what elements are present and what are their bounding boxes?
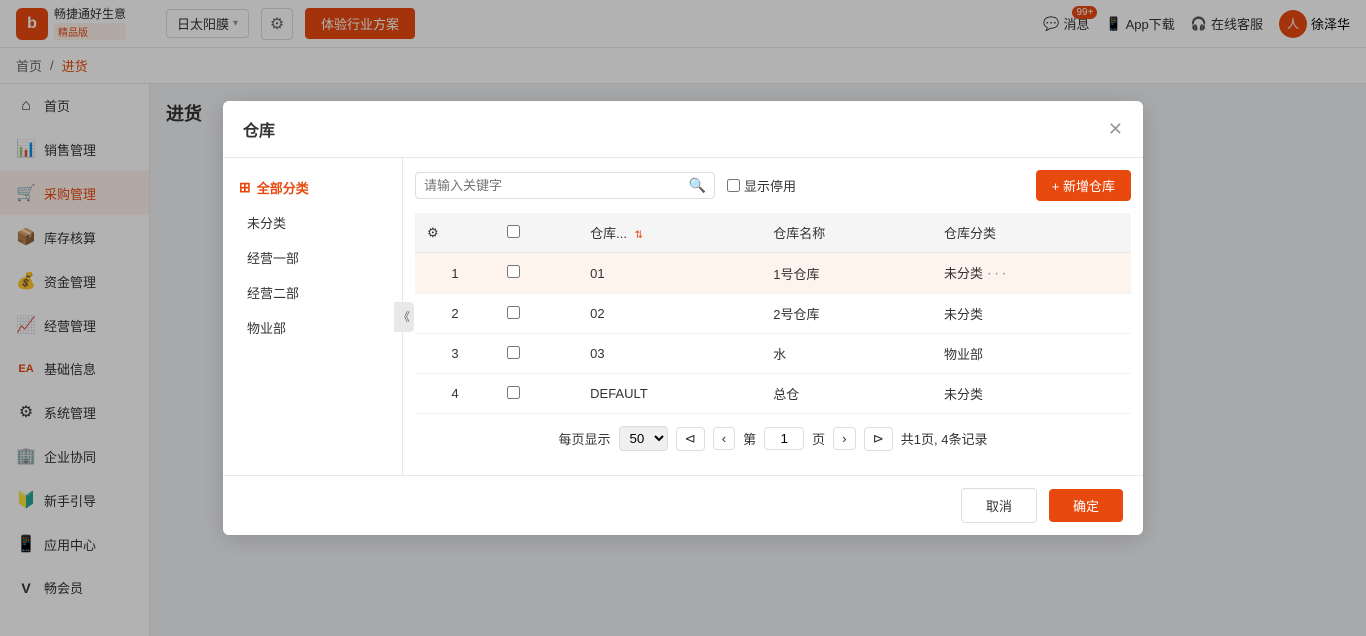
modal-overlay: 仓库 ✕ ⊞ 全部分类 未分类 经营一部 经营二部 [0, 0, 1366, 636]
table-row[interactable]: 2 02 2号仓库 未分类 [415, 294, 1131, 334]
warehouse-modal: 仓库 ✕ ⊞ 全部分类 未分类 经营一部 经营二部 [223, 101, 1143, 535]
show-disabled-text: 显示停用 [744, 176, 796, 195]
page-last-button[interactable]: ⊳ [864, 427, 893, 451]
modal-header: 仓库 ✕ [223, 101, 1143, 158]
page-suffix: 页 [812, 429, 825, 448]
table-head: ⚙ 仓库... ⇅ 仓库名称 仓库分类 [415, 213, 1131, 253]
row-num-1: 1 [415, 253, 495, 294]
row-code-4: DEFAULT [578, 374, 761, 414]
category-label-uncategorized: 未分类 [247, 216, 286, 231]
col-name-label: 仓库名称 [773, 226, 825, 241]
modal-close-button[interactable]: ✕ [1108, 119, 1123, 140]
warehouse-table: ⚙ 仓库... ⇅ 仓库名称 仓库分类 [415, 213, 1131, 414]
modal-title: 仓库 [243, 117, 275, 141]
table-row[interactable]: 4 DEFAULT 总仓 未分类 [415, 374, 1131, 414]
category-label-ops2: 经营二部 [247, 286, 299, 301]
table-container: ⚙ 仓库... ⇅ 仓库名称 仓库分类 [415, 213, 1131, 414]
category-label-property: 物业部 [247, 321, 286, 336]
cancel-button[interactable]: 取消 [961, 488, 1037, 523]
th-code[interactable]: 仓库... ⇅ [578, 213, 761, 253]
search-box: 🔍 [415, 172, 715, 199]
th-category[interactable]: 仓库分类 [932, 213, 1131, 253]
row-code-2: 02 [578, 294, 761, 334]
col-code-label: 仓库... [590, 226, 627, 241]
search-icon[interactable]: 🔍 [689, 177, 706, 194]
page-prev-button[interactable]: ‹ [713, 427, 735, 450]
row-num-4: 4 [415, 374, 495, 414]
modal-footer: 取消 确定 [223, 475, 1143, 535]
category-all[interactable]: ⊞ 全部分类 [223, 170, 402, 205]
per-page-label: 每页显示 [559, 429, 611, 448]
category-item-ops1[interactable]: 经营一部 [223, 240, 402, 275]
page-next-button[interactable]: › [833, 427, 855, 450]
row-checkbox-3[interactable] [495, 334, 578, 374]
row-name-4: 总仓 [761, 374, 932, 414]
collapse-button[interactable]: 《 [394, 302, 414, 332]
sort-icon-code: ⇅ [635, 230, 643, 241]
row-name-2: 2号仓库 [761, 294, 932, 334]
add-warehouse-button[interactable]: + 新增仓库 [1036, 170, 1131, 201]
confirm-button[interactable]: 确定 [1049, 489, 1123, 522]
row-category-4: 未分类 [932, 374, 1131, 414]
toolbar: 🔍 显示停用 + 新增仓库 [415, 170, 1131, 201]
row-name-1: 1号仓库 [761, 253, 932, 294]
category-item-ops2[interactable]: 经营二部 [223, 275, 402, 310]
th-name[interactable]: 仓库名称 [761, 213, 932, 253]
data-panel: 🔍 显示停用 + 新增仓库 ⚙ [403, 158, 1143, 475]
more-btn-1[interactable]: ··· [987, 265, 1009, 282]
th-checkbox [495, 213, 578, 253]
page-label: 第 [743, 429, 756, 448]
total-info: 共1页, 4条记录 [901, 429, 988, 448]
row-checkbox-4[interactable] [495, 374, 578, 414]
category-label-ops1: 经营一部 [247, 251, 299, 266]
table-body: 1 01 1号仓库 未分类 ··· 2 02 2号仓库 [415, 253, 1131, 414]
row-category-1: 未分类 ··· [932, 253, 1131, 294]
category-panel: ⊞ 全部分类 未分类 经营一部 经营二部 物业部 《 [223, 158, 403, 475]
show-disabled-label[interactable]: 显示停用 [727, 176, 796, 195]
category-item-uncategorized[interactable]: 未分类 [223, 205, 402, 240]
page-first-button[interactable]: ⊲ [676, 427, 705, 451]
row-code-3: 03 [578, 334, 761, 374]
search-input[interactable] [424, 178, 689, 193]
col-category-label: 仓库分类 [944, 226, 996, 241]
pagination: 每页显示 50 ⊲ ‹ 第 页 › ⊳ 共1页, 4条记录 [415, 414, 1131, 463]
th-settings: ⚙ [415, 213, 495, 253]
row-category-2: 未分类 [932, 294, 1131, 334]
row-num-2: 2 [415, 294, 495, 334]
show-disabled-checkbox[interactable] [727, 179, 740, 192]
table-row[interactable]: 3 03 水 物业部 [415, 334, 1131, 374]
grid-icon: ⊞ [239, 179, 251, 196]
page-number-input[interactable] [764, 427, 804, 450]
select-all-checkbox[interactable] [507, 225, 520, 238]
per-page-select[interactable]: 50 [619, 426, 668, 451]
table-row[interactable]: 1 01 1号仓库 未分类 ··· [415, 253, 1131, 294]
category-all-label: 全部分类 [257, 178, 309, 197]
row-num-3: 3 [415, 334, 495, 374]
row-checkbox-2[interactable] [495, 294, 578, 334]
row-category-3: 物业部 [932, 334, 1131, 374]
row-code-1: 01 [578, 253, 761, 294]
modal-body: ⊞ 全部分类 未分类 经营一部 经营二部 物业部 《 [223, 158, 1143, 475]
category-item-property[interactable]: 物业部 [223, 310, 402, 345]
row-name-3: 水 [761, 334, 932, 374]
row-checkbox-1[interactable] [495, 253, 578, 294]
